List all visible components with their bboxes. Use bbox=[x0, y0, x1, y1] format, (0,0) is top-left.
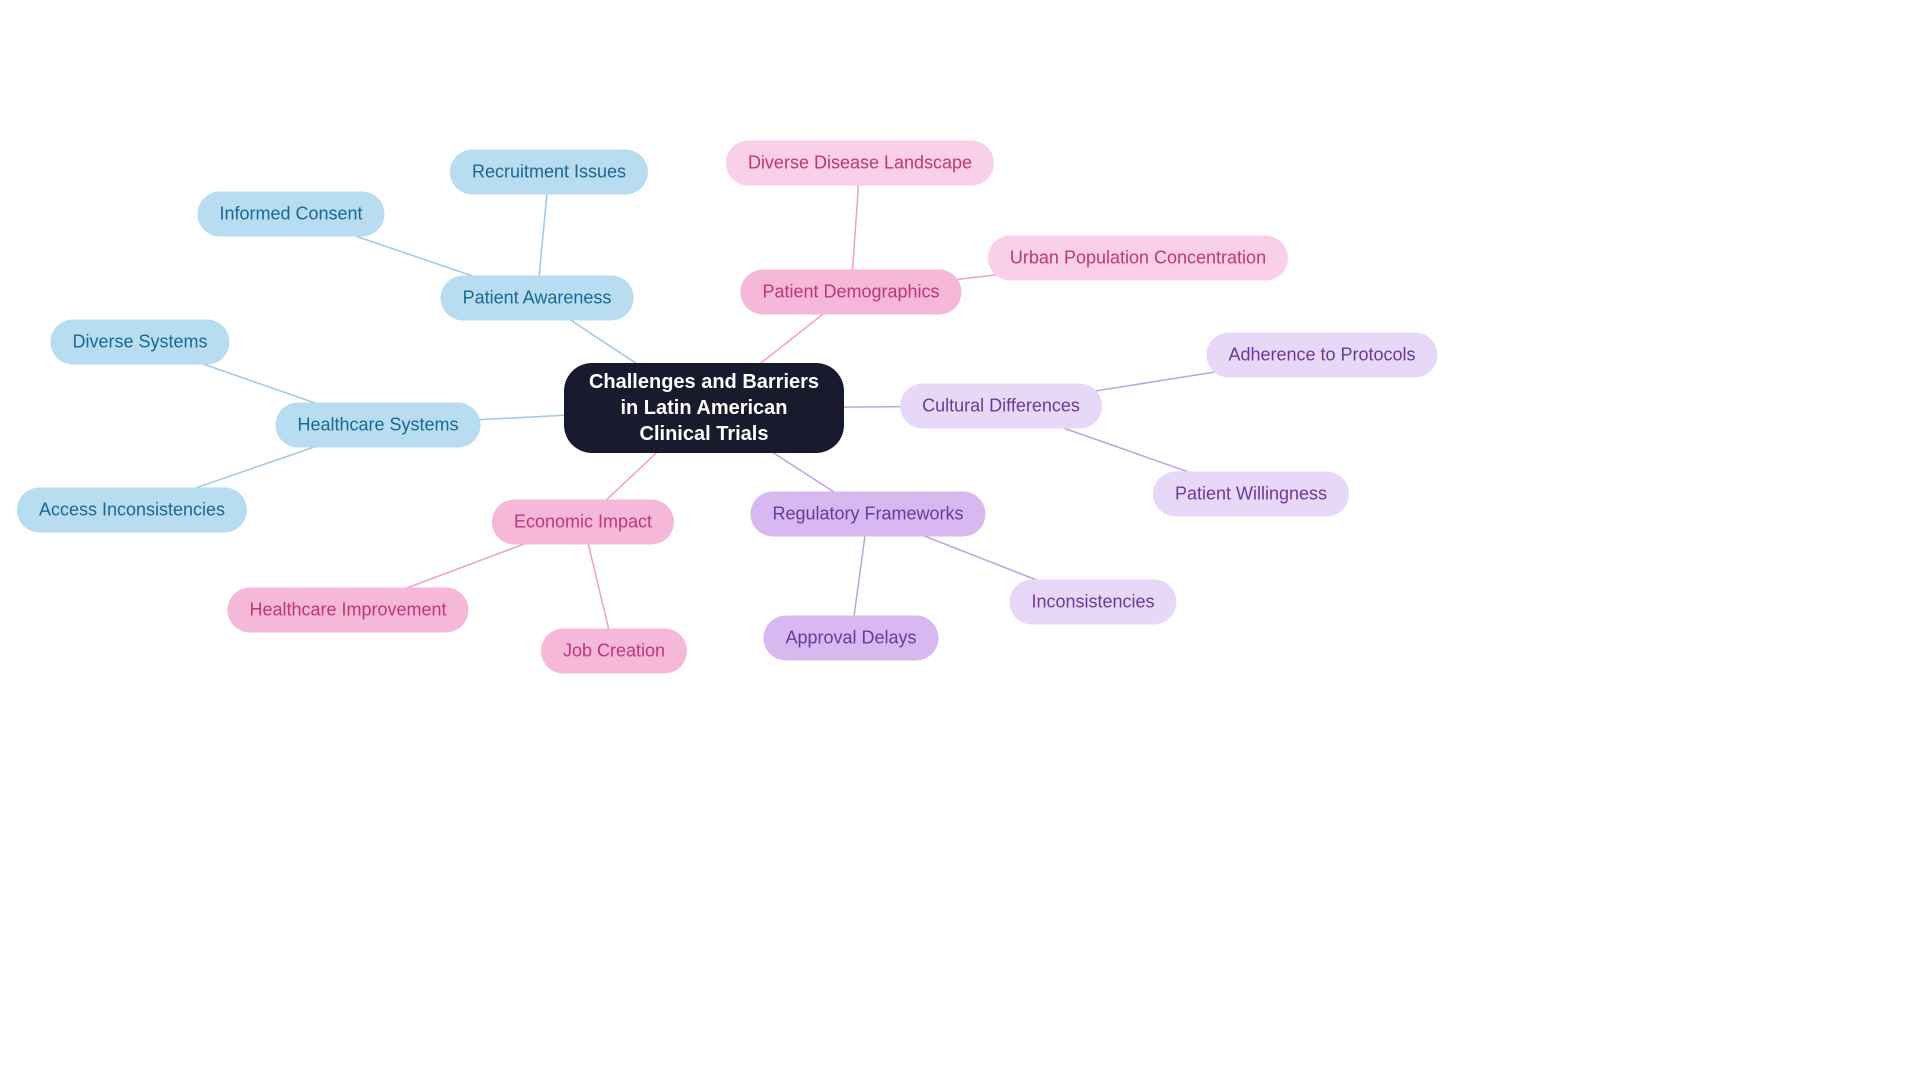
economic-impact-node[interactable]: Economic Impact bbox=[492, 500, 674, 545]
healthcare-improvement-node[interactable]: Healthcare Improvement bbox=[227, 588, 468, 633]
adherence-protocols-node[interactable]: Adherence to Protocols bbox=[1206, 333, 1437, 378]
approval-delays-node[interactable]: Approval Delays bbox=[763, 616, 938, 661]
recruitment-issues-node[interactable]: Recruitment Issues bbox=[450, 150, 648, 195]
cultural-differences-node[interactable]: Cultural Differences bbox=[900, 384, 1102, 429]
patient-demographics-node[interactable]: Patient Demographics bbox=[740, 270, 961, 315]
informed-consent-node[interactable]: Informed Consent bbox=[197, 192, 384, 237]
healthcare-systems-node[interactable]: Healthcare Systems bbox=[275, 403, 480, 448]
patient-awareness-node[interactable]: Patient Awareness bbox=[441, 276, 634, 321]
diverse-disease-node[interactable]: Diverse Disease Landscape bbox=[726, 141, 994, 186]
regulatory-frameworks-node[interactable]: Regulatory Frameworks bbox=[750, 492, 985, 537]
urban-population-node[interactable]: Urban Population Concentration bbox=[988, 236, 1288, 281]
access-inconsistencies-node[interactable]: Access Inconsistencies bbox=[17, 488, 247, 533]
mind-map-container: Challenges and Barriers in Latin America… bbox=[0, 0, 1920, 1083]
diverse-systems-node[interactable]: Diverse Systems bbox=[50, 320, 229, 365]
job-creation-node[interactable]: Job Creation bbox=[541, 629, 687, 674]
center-node[interactable]: Challenges and Barriers in Latin America… bbox=[564, 363, 844, 453]
patient-willingness-node[interactable]: Patient Willingness bbox=[1153, 472, 1349, 517]
inconsistencies-node[interactable]: Inconsistencies bbox=[1009, 580, 1176, 625]
